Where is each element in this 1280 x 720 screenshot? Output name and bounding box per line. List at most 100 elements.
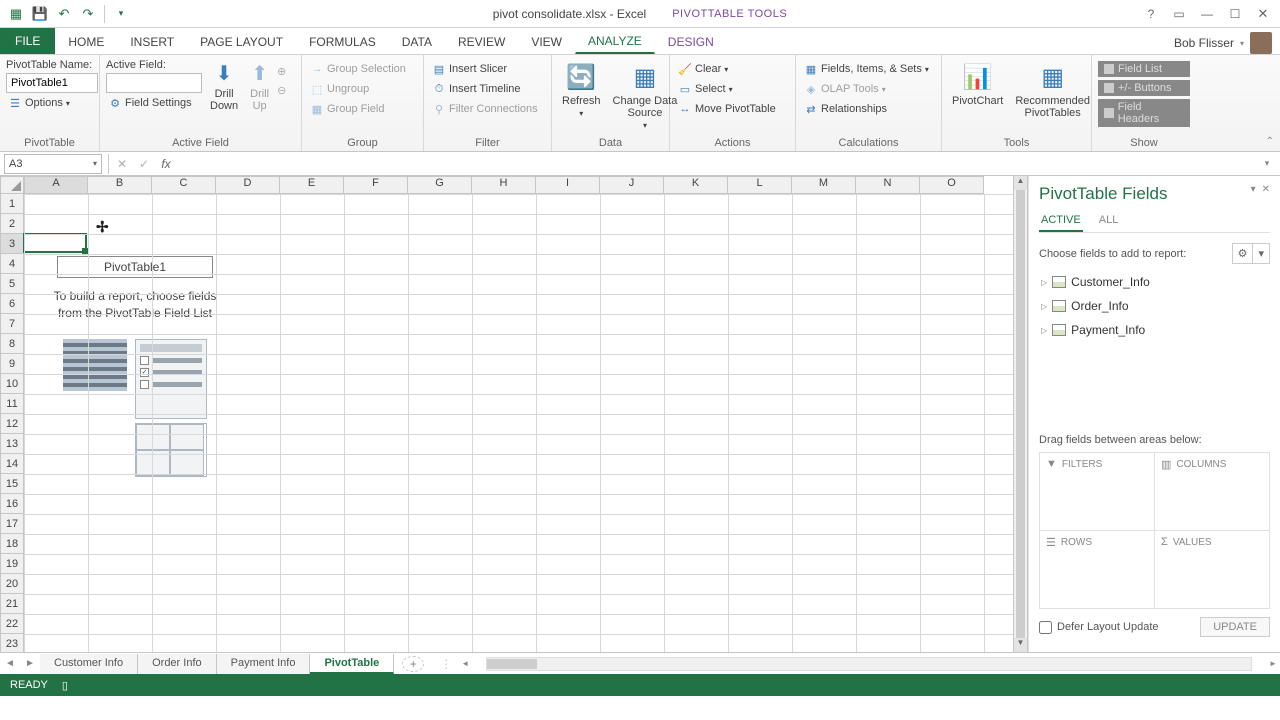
selected-cell[interactable]	[23, 233, 87, 253]
relationships-button[interactable]: ⇄Relationships	[802, 101, 931, 117]
horizontal-scrollbar[interactable]: ⋮ ◄►	[440, 657, 1280, 671]
expand-icon[interactable]: ▷	[1041, 326, 1047, 335]
row-header[interactable]: 17	[0, 514, 24, 534]
collapse-field-icon[interactable]: ⊖	[277, 84, 286, 97]
filters-area[interactable]: ▼FILTERS	[1040, 453, 1155, 531]
row-header[interactable]: 13	[0, 434, 24, 454]
column-header[interactable]: I	[536, 176, 600, 194]
row-header[interactable]: 5	[0, 274, 24, 294]
clear-button[interactable]: 🧹Clear ▾	[676, 61, 778, 77]
select-button[interactable]: ▭Select ▾	[676, 81, 778, 97]
rows-area[interactable]: ☰ROWS	[1040, 531, 1155, 609]
name-box[interactable]: A3▾	[4, 154, 102, 174]
row-header[interactable]: 22	[0, 614, 24, 634]
row-header[interactable]: 9	[0, 354, 24, 374]
tab-file[interactable]: FILE	[0, 28, 55, 54]
sheet-tab[interactable]: Order Info	[138, 654, 217, 674]
fields-items-sets-button[interactable]: ▦Fields, Items, & Sets ▾	[802, 61, 931, 77]
column-header[interactable]: A	[24, 176, 88, 194]
field-headers-toggle[interactable]: Field Headers	[1098, 99, 1190, 127]
collapse-ribbon-icon[interactable]: ⌃	[1266, 136, 1274, 147]
drill-down-button[interactable]: ⬇Drill Down	[206, 59, 242, 114]
tab-analyze[interactable]: ANALYZE	[575, 29, 655, 54]
defer-layout-checkbox[interactable]: Defer Layout Update	[1039, 621, 1159, 634]
pivotchart-button[interactable]: 📊PivotChart	[948, 59, 1007, 109]
column-header[interactable]: N	[856, 176, 920, 194]
row-header[interactable]: 3	[0, 234, 24, 254]
row-header[interactable]: 16	[0, 494, 24, 514]
expand-field-icon[interactable]: ⊕	[277, 65, 286, 78]
row-header[interactable]: 12	[0, 414, 24, 434]
row-header[interactable]: 6	[0, 294, 24, 314]
tab-review[interactable]: REVIEW	[445, 30, 518, 54]
buttons-toggle[interactable]: +/- Buttons	[1098, 80, 1190, 96]
minimize-icon[interactable]: —	[1194, 4, 1220, 24]
options-button[interactable]: ☰Options ▾	[6, 95, 72, 111]
enter-formula-icon[interactable]: ✓	[133, 154, 155, 174]
row-header[interactable]: 19	[0, 554, 24, 574]
group-field-button[interactable]: ▦Group Field	[308, 101, 408, 117]
update-button[interactable]: UPDATE	[1200, 617, 1270, 637]
row-header[interactable]: 10	[0, 374, 24, 394]
column-header[interactable]: F	[344, 176, 408, 194]
sheet-tab[interactable]: PivotTable	[310, 654, 394, 674]
column-header[interactable]: G	[408, 176, 472, 194]
insert-slicer-button[interactable]: ▤Insert Slicer	[430, 61, 540, 77]
column-header[interactable]: O	[920, 176, 984, 194]
qat-customize-icon[interactable]: ▾	[111, 4, 131, 24]
tab-insert[interactable]: INSERT	[117, 30, 187, 54]
tab-home[interactable]: HOME	[55, 30, 117, 54]
group-selection-button[interactable]: →Group Selection	[308, 61, 408, 77]
insert-timeline-button[interactable]: ⏱Insert Timeline	[430, 81, 540, 97]
column-header[interactable]: H	[472, 176, 536, 194]
save-icon[interactable]: 💾	[30, 4, 50, 24]
pane-tools-dropdown[interactable]: ⚙▾	[1232, 243, 1270, 264]
close-icon[interactable]: ✕	[1250, 4, 1276, 24]
row-header[interactable]: 15	[0, 474, 24, 494]
refresh-button[interactable]: 🔄Refresh▾	[558, 59, 605, 120]
pane-dropdown-icon[interactable]: ▾	[1251, 184, 1256, 195]
undo-icon[interactable]: ↶	[54, 4, 74, 24]
move-pivottable-button[interactable]: ↔Move PivotTable	[676, 101, 778, 117]
expand-icon[interactable]: ▷	[1041, 302, 1047, 311]
row-header[interactable]: 14	[0, 454, 24, 474]
redo-icon[interactable]: ↷	[78, 4, 98, 24]
ribbon-display-icon[interactable]: ▭	[1166, 4, 1192, 24]
tab-design[interactable]: DESIGN	[655, 30, 727, 54]
row-header[interactable]: 21	[0, 594, 24, 614]
filter-connections-button[interactable]: ⚲Filter Connections	[430, 101, 540, 117]
row-header[interactable]: 8	[0, 334, 24, 354]
drill-up-button[interactable]: ⬆Drill Up	[246, 59, 273, 114]
cancel-formula-icon[interactable]: ✕	[111, 154, 133, 174]
olap-tools-button[interactable]: ◈OLAP Tools ▾	[802, 81, 931, 97]
field-item[interactable]: ▷Order_Info	[1039, 294, 1270, 318]
column-header[interactable]: E	[280, 176, 344, 194]
row-header[interactable]: 20	[0, 574, 24, 594]
sheet-tab[interactable]: Customer Info	[40, 654, 138, 674]
macro-record-icon[interactable]: ▯	[62, 679, 68, 692]
vertical-scrollbar[interactable]: ▲▼	[1013, 176, 1027, 652]
select-all-cells[interactable]	[0, 176, 24, 194]
field-list-toggle[interactable]: Field List	[1098, 61, 1190, 77]
user-name[interactable]: Bob Flisser	[1174, 36, 1234, 50]
row-header[interactable]: 18	[0, 534, 24, 554]
help-icon[interactable]: ?	[1138, 4, 1164, 24]
column-header[interactable]: C	[152, 176, 216, 194]
field-settings-button[interactable]: ⚙Field Settings	[106, 95, 202, 111]
field-item[interactable]: ▷Customer_Info	[1039, 270, 1270, 294]
column-header[interactable]: B	[88, 176, 152, 194]
add-sheet-icon[interactable]: +	[402, 656, 424, 672]
columns-area[interactable]: ▥COLUMNS	[1155, 453, 1270, 531]
row-header[interactable]: 2	[0, 214, 24, 234]
row-header[interactable]: 4	[0, 254, 24, 274]
active-field-input[interactable]	[106, 73, 202, 93]
pivottable-name-input[interactable]	[6, 73, 98, 93]
column-header[interactable]: J	[600, 176, 664, 194]
tab-data[interactable]: DATA	[389, 30, 445, 54]
ungroup-button[interactable]: ⬚Ungroup	[308, 81, 408, 97]
column-header[interactable]: D	[216, 176, 280, 194]
sheet-tab[interactable]: Payment Info	[217, 654, 311, 674]
fx-icon[interactable]: fx	[155, 154, 177, 174]
tab-view[interactable]: VIEW	[518, 30, 575, 54]
row-header[interactable]: 23	[0, 634, 24, 652]
